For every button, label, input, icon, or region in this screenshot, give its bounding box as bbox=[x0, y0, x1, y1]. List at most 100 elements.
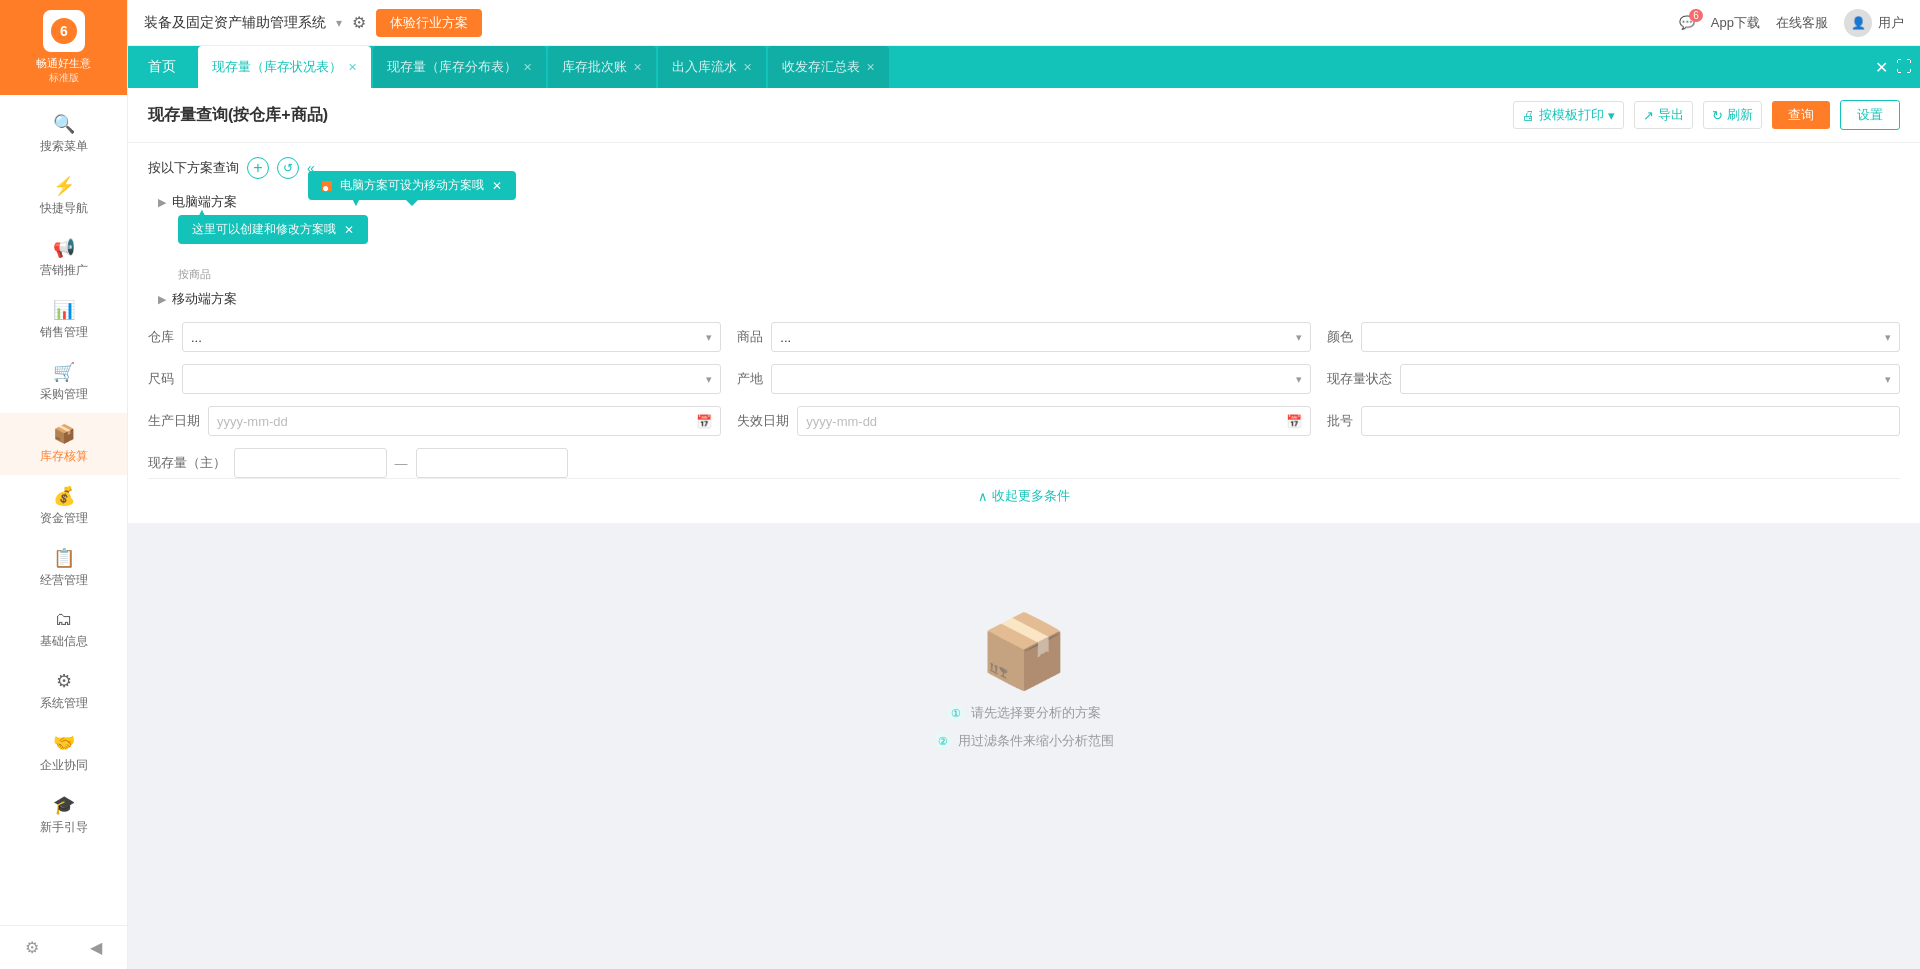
tab-inventory-status[interactable]: 现存量（库存状况表） ✕ bbox=[198, 46, 371, 88]
tab-close-batch-account[interactable]: ✕ bbox=[633, 61, 642, 74]
print-btn[interactable]: 🖨 按模板打印 ▾ bbox=[1513, 101, 1624, 129]
sidebar-item-operation[interactable]: 📋 经营管理 bbox=[0, 537, 127, 599]
sidebar-item-enterprise[interactable]: 🤝 企业协同 bbox=[0, 722, 127, 784]
input-batch[interactable] bbox=[1361, 406, 1900, 436]
sidebar-item-basic[interactable]: 🗂 基础信息 bbox=[0, 599, 127, 660]
logo-name: 畅通好生意 bbox=[36, 56, 91, 71]
chevron-up-icon: ∧ bbox=[978, 489, 988, 504]
input-inv-qty-max[interactable] bbox=[416, 448, 569, 478]
sidebar-bottom: ⚙ ◀ bbox=[0, 925, 127, 969]
filter-cell-goods: 商品 ... ▾ bbox=[737, 322, 1310, 352]
sidebar-item-quicknav[interactable]: ⚡ 快捷导航 bbox=[0, 165, 127, 227]
sidebar-item-purchase[interactable]: 🛒 采购管理 bbox=[0, 351, 127, 413]
tab-close-inventory-dist[interactable]: ✕ bbox=[523, 61, 532, 74]
scheme-node-byproduct[interactable]: 按商品 bbox=[178, 263, 1900, 286]
select-origin[interactable]: ▾ bbox=[771, 364, 1310, 394]
tab-close-all-btn[interactable]: ✕ bbox=[1875, 58, 1888, 77]
filter-refresh-btn[interactable]: ↺ bbox=[277, 157, 299, 179]
sidebar-item-label: 库存核算 bbox=[40, 448, 88, 465]
sidebar-collapse-btn[interactable]: ◀ bbox=[90, 938, 102, 957]
tab-bar-right: ✕ ⛶ bbox=[1875, 58, 1920, 77]
filter-row-1: 仓库 ... ▾ 商品 ... ▾ 颜色 bbox=[148, 322, 1900, 352]
message-badge: 6 bbox=[1689, 9, 1703, 22]
filter-cell-batch: 批号 bbox=[1327, 406, 1900, 436]
calendar-icon[interactable]: 📅 bbox=[1286, 414, 1302, 429]
filter-cell-size: 尺码 ▾ bbox=[148, 364, 721, 394]
user-area[interactable]: 👤 用户 bbox=[1844, 9, 1904, 37]
tab-close-inventory-status[interactable]: ✕ bbox=[348, 61, 357, 74]
tab-fullscreen-btn[interactable]: ⛶ bbox=[1896, 58, 1912, 76]
sidebar-item-inventory[interactable]: 📦 库存核算 bbox=[0, 413, 127, 475]
tab-inventory-dist[interactable]: 现存量（库存分布表） ✕ bbox=[373, 46, 546, 88]
tab-in-out-flow[interactable]: 出入库流水 ✕ bbox=[658, 46, 766, 88]
select-inv-status[interactable]: ▾ bbox=[1400, 364, 1900, 394]
hint1-label: 请先选择要分析的方案 bbox=[971, 704, 1101, 722]
sidebar-item-guide[interactable]: 🎓 新手引导 bbox=[0, 784, 127, 846]
svg-text:6: 6 bbox=[60, 23, 68, 39]
export-btn[interactable]: ↗ 导出 bbox=[1634, 101, 1693, 129]
logo-icon: 6 bbox=[43, 10, 85, 52]
search-btn[interactable]: 查询 bbox=[1772, 101, 1830, 129]
chevron-down-icon: ▾ bbox=[1885, 331, 1891, 344]
page-actions: 🖨 按模板打印 ▾ ↗ 导出 ↻ 刷新 查询 设置 bbox=[1513, 100, 1900, 130]
tooltip-arrow-down: ▼ bbox=[348, 192, 364, 210]
system-dropdown[interactable]: ▾ bbox=[336, 16, 342, 30]
tab-close-in-out-flow[interactable]: ✕ bbox=[743, 61, 752, 74]
select-color[interactable]: ▾ bbox=[1361, 322, 1900, 352]
operation-icon: 📋 bbox=[53, 547, 75, 569]
filter-area: 按以下方案查询 + ↺ « ● 电脑方案可设为移动方案哦 ✕ ▼ ▶ 电脑端方案 bbox=[128, 143, 1920, 523]
sidebar-item-sales[interactable]: 📊 销售管理 bbox=[0, 289, 127, 351]
app-download-link[interactable]: App下载 bbox=[1711, 14, 1760, 32]
sidebar-item-marketing[interactable]: 📢 营销推广 bbox=[0, 227, 127, 289]
tab-label: 现存量（库存状况表） bbox=[212, 58, 342, 76]
avatar: 👤 bbox=[1844, 9, 1872, 37]
tab-batch-account[interactable]: 库存批次账 ✕ bbox=[548, 46, 656, 88]
sidebar-item-finance[interactable]: 💰 资金管理 bbox=[0, 475, 127, 537]
chevron-down-icon: ▾ bbox=[706, 373, 712, 386]
message-btn[interactable]: 💬 6 bbox=[1679, 15, 1695, 30]
hint1-text: ① 请先选择要分析的方案 bbox=[947, 704, 1101, 722]
sidebar-item-search[interactable]: 🔍 搜索菜单 bbox=[0, 103, 127, 165]
header-left: 装备及固定资产辅助管理系统 ▾ ⚙ 体验行业方案 bbox=[144, 9, 482, 37]
select-warehouse[interactable]: ... ▾ bbox=[182, 322, 721, 352]
tab-receive-summary[interactable]: 收发存汇总表 ✕ bbox=[768, 46, 889, 88]
input-inv-qty-min[interactable] bbox=[234, 448, 387, 478]
tooltip-create-text: 这里可以创建和修改方案哦 bbox=[192, 221, 336, 238]
scheme-node-mobile[interactable]: ▶ 移动端方案 bbox=[158, 286, 1900, 312]
export-icon: ↗ bbox=[1643, 108, 1654, 123]
basic-icon: 🗂 bbox=[55, 609, 73, 630]
quicknav-icon: ⚡ bbox=[53, 175, 75, 197]
input-expire-date[interactable]: yyyy-mm-dd 📅 bbox=[797, 406, 1310, 436]
hint2-label: 用过滤条件来缩小分析范围 bbox=[958, 732, 1114, 750]
experience-btn[interactable]: 体验行业方案 bbox=[376, 9, 482, 37]
header-gear-btn[interactable]: ⚙ bbox=[352, 13, 366, 32]
expand-arrow: ▶ bbox=[158, 196, 166, 209]
chevron-down-icon: ▾ bbox=[1296, 373, 1302, 386]
settings-btn[interactable]: 设置 bbox=[1840, 100, 1900, 130]
tab-close-receive-summary[interactable]: ✕ bbox=[866, 61, 875, 74]
tab-label: 现存量（库存分布表） bbox=[387, 58, 517, 76]
tooltip-create-close-btn[interactable]: ✕ bbox=[344, 223, 354, 237]
tab-label: 库存批次账 bbox=[562, 58, 627, 76]
input-prod-date[interactable]: yyyy-mm-dd 📅 bbox=[208, 406, 721, 436]
select-goods[interactable]: ... ▾ bbox=[771, 322, 1310, 352]
tooltip-close-btn[interactable]: ✕ bbox=[492, 179, 502, 193]
sidebar-settings-btn[interactable]: ⚙ bbox=[25, 938, 39, 957]
header-right: 💬 6 App下载 在线客服 👤 用户 bbox=[1679, 9, 1904, 37]
filter-cell-inv-qty: 现存量（主） — bbox=[148, 448, 568, 478]
tab-label: 出入库流水 bbox=[672, 58, 737, 76]
print-icon: 🖨 bbox=[1522, 108, 1535, 123]
select-size[interactable]: ▾ bbox=[182, 364, 721, 394]
empty-state: 📦 ① 请先选择要分析的方案 ② 用过滤条件来缩小分析范围 bbox=[128, 529, 1920, 830]
filter-add-btn[interactable]: + bbox=[247, 157, 269, 179]
top-header: 装备及固定资产辅助管理系统 ▾ ⚙ 体验行业方案 💬 6 App下载 在线客服 … bbox=[128, 0, 1920, 46]
tab-home[interactable]: 首页 bbox=[128, 46, 196, 88]
date-placeholder: yyyy-mm-dd bbox=[806, 414, 877, 429]
sidebar-item-system[interactable]: ⚙ 系统管理 bbox=[0, 660, 127, 722]
chevron-down-icon: ▾ bbox=[706, 331, 712, 344]
calendar-icon[interactable]: 📅 bbox=[696, 414, 712, 429]
search-icon: 🔍 bbox=[53, 113, 75, 135]
refresh-btn[interactable]: ↻ 刷新 bbox=[1703, 101, 1762, 129]
support-link[interactable]: 在线客服 bbox=[1776, 14, 1828, 32]
collapse-bar[interactable]: ∧ 收起更多条件 bbox=[148, 478, 1900, 513]
